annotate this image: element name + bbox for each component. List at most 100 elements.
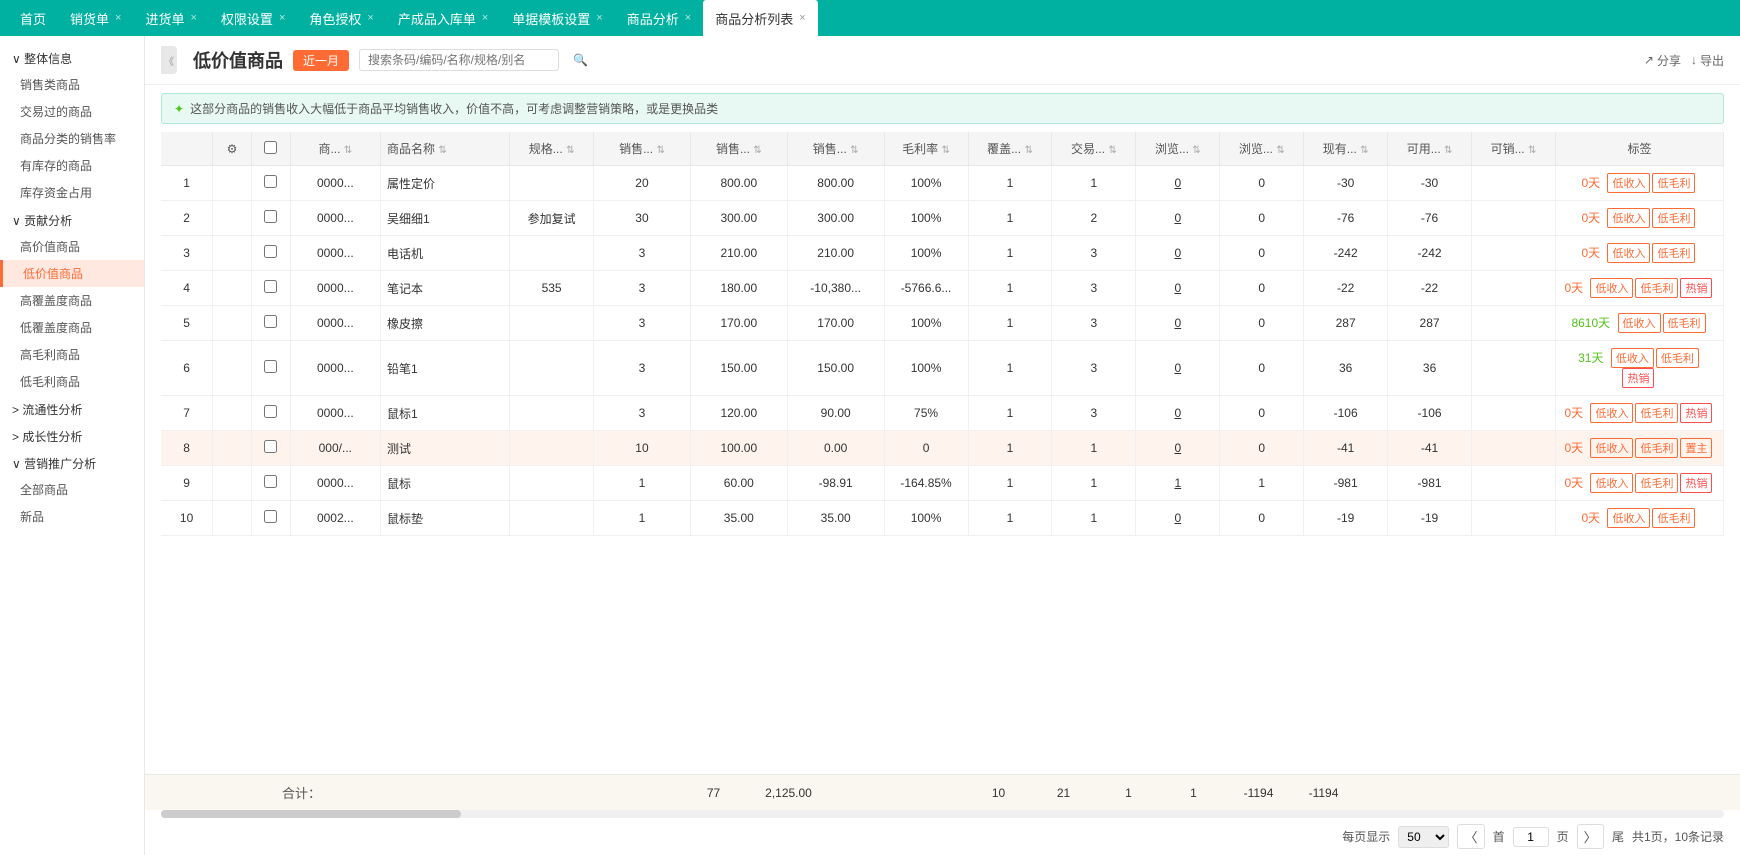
sidebar-item-high-margin[interactable]: 高毛利商品 [0, 341, 144, 368]
row-checkbox-input[interactable] [264, 360, 277, 373]
th-stock[interactable]: 现有... ⇅ [1304, 132, 1388, 166]
row-browse1[interactable]: 0 [1136, 306, 1220, 341]
row-browse1[interactable]: 1 [1136, 466, 1220, 501]
scrollbar-thumb[interactable] [161, 810, 461, 818]
nav-template-settings[interactable]: 单据模板设置 × [500, 0, 614, 36]
th-browse2[interactable]: 浏览... ⇅ [1220, 132, 1304, 166]
th-browse1[interactable]: 浏览... ⇅ [1136, 132, 1220, 166]
sidebar-item-stock-capital[interactable]: 库存资金占用 [0, 179, 144, 206]
th-gear[interactable]: ⚙ [213, 132, 252, 166]
sidebar-group-overall[interactable]: ∨ 整体信息 [0, 44, 144, 71]
sidebar-group-growth[interactable]: > 成长性分析 [0, 422, 144, 449]
close-icon[interactable]: × [115, 12, 121, 24]
row-browse1[interactable]: 0 [1136, 271, 1220, 306]
nav-product-entry[interactable]: 产成品入库单 × [386, 0, 500, 36]
nav-sales[interactable]: 销货单 × [58, 0, 133, 36]
share-btn[interactable]: ↗ 分享 [1644, 52, 1681, 69]
sidebar-item-all-products[interactable]: 全部商品 [0, 476, 144, 503]
row-sale-total: 90.00 [787, 396, 884, 431]
nav-product-analysis[interactable]: 商品分析 × [615, 0, 703, 36]
prev-page-btn[interactable]: 〈 [1457, 824, 1484, 849]
sidebar-item-low-margin[interactable]: 低毛利商品 [0, 368, 144, 395]
select-all-checkbox[interactable] [264, 141, 277, 154]
row-browse1[interactable]: 0 [1136, 236, 1220, 271]
row-checkbox-input[interactable] [264, 440, 277, 453]
th-avail[interactable]: 可用... ⇅ [1388, 132, 1472, 166]
row-checkbox[interactable] [251, 236, 290, 271]
sidebar-item-traded-products[interactable]: 交易过的商品 [0, 98, 144, 125]
filter-recent-month-btn[interactable]: 近一月 [293, 50, 349, 71]
row-browse1[interactable]: 0 [1136, 341, 1220, 396]
search-input[interactable] [359, 49, 559, 71]
sidebar-item-category-sales-rate[interactable]: 商品分类的销售率 [0, 125, 144, 152]
th-coverage[interactable]: 覆盖... ⇅ [968, 132, 1052, 166]
page-size-select[interactable]: 50 100 [1398, 826, 1449, 848]
row-checkbox-input[interactable] [264, 280, 277, 293]
row-checkbox[interactable] [251, 306, 290, 341]
row-checkbox-input[interactable] [264, 405, 277, 418]
close-icon[interactable]: × [190, 12, 196, 24]
row-browse1[interactable]: 0 [1136, 501, 1220, 536]
row-checkbox[interactable] [251, 166, 290, 201]
sidebar-item-high-value[interactable]: 高价值商品 [0, 233, 144, 260]
row-browse1[interactable]: 0 [1136, 166, 1220, 201]
sidebar-item-high-coverage[interactable]: 高覆盖度商品 [0, 287, 144, 314]
nav-home[interactable]: 首页 [8, 0, 58, 36]
row-tags-days: 0天 低收入低毛利 [1555, 236, 1723, 271]
page-input[interactable] [1513, 827, 1549, 847]
export-btn[interactable]: ↓ 导出 [1691, 52, 1724, 69]
close-icon[interactable]: × [482, 12, 488, 24]
row-checkbox[interactable] [251, 501, 290, 536]
th-code[interactable]: 商... ⇅ [290, 132, 380, 166]
row-checkbox-input[interactable] [264, 245, 277, 258]
total-browse1: 1 [1096, 786, 1161, 800]
th-name[interactable]: 商品名称 ⇅ [381, 132, 510, 166]
row-browse1[interactable]: 0 [1136, 396, 1220, 431]
row-checkbox-input[interactable] [264, 210, 277, 223]
th-checkbox[interactable] [251, 132, 290, 166]
row-checkbox-input[interactable] [264, 315, 277, 328]
th-spec[interactable]: 规格... ⇅ [510, 132, 594, 166]
th-sale-price[interactable]: 销售... ⇅ [690, 132, 787, 166]
close-icon[interactable]: × [799, 12, 805, 24]
data-table: ⚙ 商... ⇅ 商品名称 ⇅ 规格... ⇅ 销售... ⇅ 销售... ⇅ … [161, 132, 1724, 536]
close-icon[interactable]: × [685, 12, 691, 24]
sidebar-item-low-value[interactable]: 低价值商品 [0, 260, 144, 287]
tag-label: 低毛利 [1652, 173, 1695, 193]
close-icon[interactable]: × [279, 12, 285, 24]
sidebar-group-contribution[interactable]: ∨ 贡献分析 [0, 206, 144, 233]
nav-product-analysis-list[interactable]: 商品分析列表 × [703, 0, 817, 36]
close-icon[interactable]: × [596, 12, 602, 24]
th-trade[interactable]: 交易... ⇅ [1052, 132, 1136, 166]
row-browse1[interactable]: 0 [1136, 201, 1220, 236]
nav-roles[interactable]: 角色授权 × [297, 0, 385, 36]
nav-purchase[interactable]: 进货单 × [133, 0, 208, 36]
row-checkbox[interactable] [251, 271, 290, 306]
row-checkbox-input[interactable] [264, 510, 277, 523]
nav-permissions[interactable]: 权限设置 × [209, 0, 297, 36]
sidebar-group-marketing[interactable]: ∨ 营销推广分析 [0, 449, 144, 476]
row-days: 0天 [1564, 441, 1583, 455]
row-browse1[interactable]: 0 [1136, 431, 1220, 466]
row-checkbox[interactable] [251, 466, 290, 501]
th-sale-qty[interactable]: 销售... ⇅ [594, 132, 691, 166]
close-icon[interactable]: × [367, 12, 373, 24]
next-page-btn[interactable]: 〉 [1577, 824, 1604, 849]
horizontal-scrollbar[interactable] [161, 810, 1724, 818]
row-checkbox[interactable] [251, 431, 290, 466]
sidebar-item-sales-products[interactable]: 销售类商品 [0, 71, 144, 98]
sidebar-item-stocked-products[interactable]: 有库存的商品 [0, 152, 144, 179]
sidebar-collapse-btn[interactable]: 《 [161, 46, 177, 74]
row-checkbox[interactable] [251, 396, 290, 431]
row-tags-days: 0天 低收入低毛利 [1555, 501, 1723, 536]
row-checkbox[interactable] [251, 201, 290, 236]
th-sellable[interactable]: 可销... ⇅ [1472, 132, 1556, 166]
sidebar-item-new-products[interactable]: 新品 [0, 503, 144, 530]
sidebar-group-circulation[interactable]: > 流通性分析 [0, 395, 144, 422]
row-checkbox[interactable] [251, 341, 290, 396]
th-gross-rate[interactable]: 毛利率 ⇅ [884, 132, 968, 166]
th-sale-total[interactable]: 销售... ⇅ [787, 132, 884, 166]
row-checkbox-input[interactable] [264, 175, 277, 188]
sidebar-item-low-coverage[interactable]: 低覆盖度商品 [0, 314, 144, 341]
row-checkbox-input[interactable] [264, 475, 277, 488]
